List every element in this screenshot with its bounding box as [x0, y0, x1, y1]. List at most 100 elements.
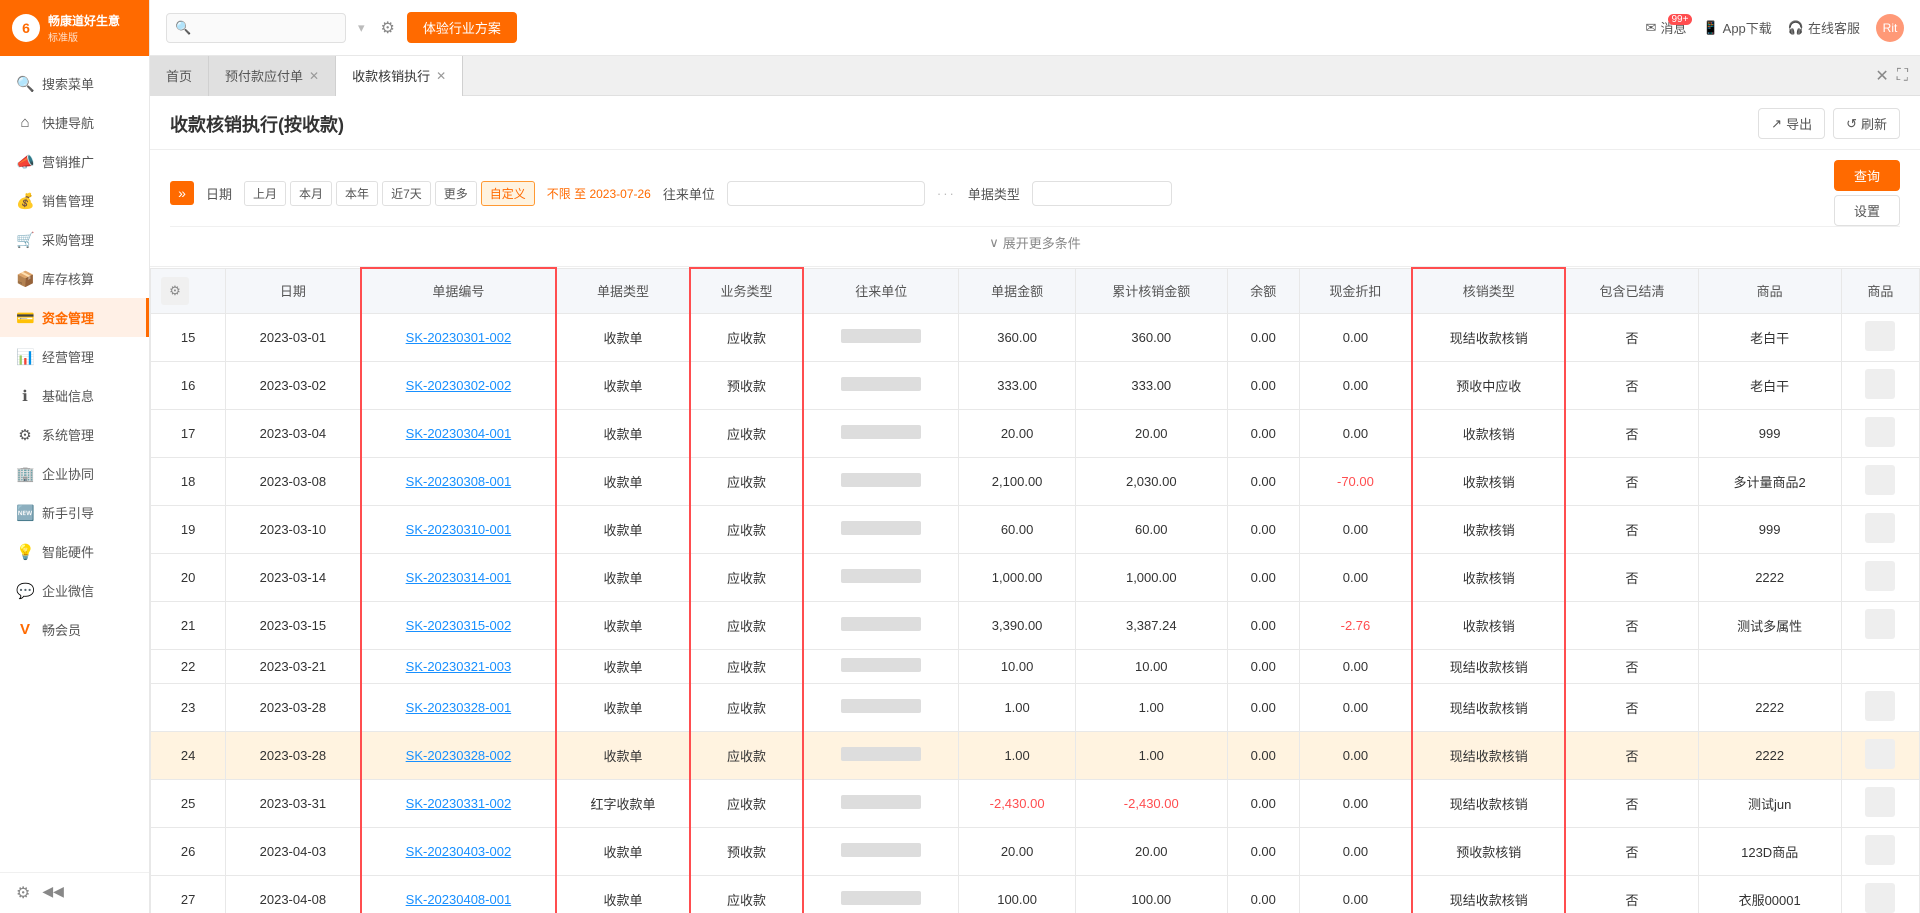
notification-item[interactable]: ✉ 消息 99+ — [1646, 18, 1687, 37]
filter-dots: ··· — [937, 186, 956, 201]
purchase-icon: 🛒 — [16, 231, 34, 249]
cell-verify-type: 收款核销 — [1412, 505, 1565, 553]
cell-goods1: 衣服00001 — [1698, 875, 1841, 913]
tab-collection-close[interactable]: ✕ — [436, 69, 446, 83]
industry-solution-button[interactable]: 体验行业方案 — [407, 12, 517, 43]
cell-counterpart — [803, 601, 959, 649]
col-header-amount: 单据金额 — [959, 268, 1075, 313]
sidebar-item-sales[interactable]: 💰 销售管理 — [0, 181, 149, 220]
bill-no-link[interactable]: SK-20230403-002 — [406, 844, 512, 859]
settings-button[interactable]: 设置 — [1834, 195, 1900, 226]
header-arrow-down-icon[interactable]: ▾ — [358, 20, 365, 36]
cell-verify-type: 收款核销 — [1412, 601, 1565, 649]
sidebar-item-wechat[interactable]: 💬 企业微信 — [0, 571, 149, 610]
tab-home[interactable]: 首页 — [150, 56, 209, 96]
sidebar-item-basic[interactable]: ℹ 基础信息 — [0, 376, 149, 415]
table-row: 24 2023-03-28 SK-20230328-002 收款单 应收款 1.… — [151, 731, 1920, 779]
bill-no-link[interactable]: SK-20230310-001 — [406, 522, 512, 537]
sidebar-item-marketing[interactable]: 📣 营销推广 — [0, 142, 149, 181]
col-header-settings[interactable]: ⚙ — [151, 268, 226, 313]
bill-no-link[interactable]: SK-20230328-001 — [406, 700, 512, 715]
cell-included: 否 — [1565, 409, 1698, 457]
cell-bill-type: 收款单 — [556, 683, 689, 731]
cell-amount: 10.00 — [959, 649, 1075, 683]
filter-toggle-button[interactable]: » — [170, 181, 194, 205]
custom-date-btn[interactable]: 自定义 — [481, 181, 535, 206]
headset-icon: 🎧 — [1788, 20, 1804, 36]
tab-prepay[interactable]: 预付款应付单 ✕ — [209, 56, 336, 96]
col-header-goods1: 商品 — [1698, 268, 1841, 313]
cell-discount: -70.00 — [1299, 457, 1412, 505]
wechat-icon: 💬 — [16, 582, 34, 600]
cell-goods1: 2222 — [1698, 683, 1841, 731]
cell-goods2 — [1841, 827, 1919, 875]
col-header-bill-no: 单据编号 — [361, 268, 557, 313]
cell-goods1: 老白干 — [1698, 361, 1841, 409]
counterpart-input[interactable] — [727, 181, 925, 206]
this-month-btn[interactable]: 本月 — [290, 181, 332, 206]
last-month-btn[interactable]: 上月 — [244, 181, 286, 206]
bill-no-link[interactable]: SK-20230328-002 — [406, 748, 512, 763]
tab-collection[interactable]: 收款核销执行 ✕ — [336, 56, 463, 96]
tab-close-all-icon[interactable]: ✕ — [1875, 66, 1888, 86]
refresh-button[interactable]: ↺ 刷新 — [1833, 108, 1900, 139]
bill-no-link[interactable]: SK-20230315-002 — [406, 618, 512, 633]
this-year-btn[interactable]: 本年 — [336, 181, 378, 206]
cell-goods1: 999 — [1698, 409, 1841, 457]
bill-no-link[interactable]: SK-20230301-002 — [406, 330, 512, 345]
cell-goods1: 测试多属性 — [1698, 601, 1841, 649]
col-header-goods2: 商品 — [1841, 268, 1919, 313]
sidebar-item-quick[interactable]: ⌂ 快捷导航 — [0, 103, 149, 142]
last-7days-btn[interactable]: 近7天 — [382, 181, 431, 206]
cell-included: 否 — [1565, 457, 1698, 505]
cell-biz-type: 应收款 — [690, 875, 804, 913]
bill-no-link[interactable]: SK-20230331-002 — [406, 796, 512, 811]
sidebar-item-operation[interactable]: 📊 经营管理 — [0, 337, 149, 376]
export-button[interactable]: ↗ 导出 — [1758, 108, 1825, 139]
cell-counterpart — [803, 731, 959, 779]
tab-maximize-icon[interactable]: ⛶ — [1897, 67, 1908, 85]
column-settings-icon[interactable]: ⚙ — [161, 277, 189, 305]
cell-bill-no: SK-20230301-002 — [361, 313, 557, 361]
user-avatar[interactable]: Rit — [1876, 14, 1904, 42]
bill-no-link[interactable]: SK-20230408-001 — [406, 892, 512, 907]
cell-discount: 0.00 — [1299, 409, 1412, 457]
bill-no-link[interactable]: SK-20230302-002 — [406, 378, 512, 393]
bill-no-link[interactable]: SK-20230308-001 — [406, 474, 512, 489]
sidebar-item-finance[interactable]: 💳 资金管理 — [0, 298, 149, 337]
more-date-btn[interactable]: 更多 — [435, 181, 477, 206]
sidebar-item-purchase[interactable]: 🛒 采购管理 — [0, 220, 149, 259]
export-icon: ↗ — [1771, 116, 1782, 132]
sidebar-item-hardware[interactable]: 💡 智能硬件 — [0, 532, 149, 571]
sidebar-item-corp[interactable]: 🏢 企业协同 — [0, 454, 149, 493]
sidebar-item-member[interactable]: V 畅会员 — [0, 610, 149, 649]
cell-goods2 — [1841, 457, 1919, 505]
online-service-item[interactable]: 🎧 在线客服 — [1788, 18, 1860, 37]
voucher-type-select[interactable] — [1032, 181, 1172, 206]
cell-discount: 0.00 — [1299, 683, 1412, 731]
tab-prepay-close[interactable]: ✕ — [309, 69, 319, 83]
cell-included: 否 — [1565, 313, 1698, 361]
sidebar-logo: 6 畅康道好生意 标准版 — [0, 0, 149, 56]
cell-goods1: 2222 — [1698, 731, 1841, 779]
sidebar-item-inventory[interactable]: 📦 库存核算 — [0, 259, 149, 298]
sidebar-collapse-icon[interactable]: ◀◀ — [42, 883, 64, 903]
app-download-item[interactable]: 📱 App下载 — [1702, 18, 1771, 37]
header-gear-icon[interactable]: ⚙ — [381, 18, 395, 38]
bill-no-link[interactable]: SK-20230321-003 — [406, 659, 512, 674]
header-search-box[interactable]: 🔍 — [166, 13, 346, 43]
table-row: 26 2023-04-03 SK-20230403-002 收款单 预收款 20… — [151, 827, 1920, 875]
sidebar-item-search[interactable]: 🔍 搜索菜单 — [0, 64, 149, 103]
bill-no-link[interactable]: SK-20230304-001 — [406, 426, 512, 441]
sidebar-item-guide[interactable]: 🆕 新手引导 — [0, 493, 149, 532]
sidebar-item-system[interactable]: ⚙ 系统管理 — [0, 415, 149, 454]
cell-included: 否 — [1565, 649, 1698, 683]
expand-button[interactable]: ∨ 展开更多条件 — [989, 233, 1081, 252]
cell-verify-type: 现结收款核销 — [1412, 683, 1565, 731]
query-button[interactable]: 查询 — [1834, 160, 1900, 191]
member-icon: V — [16, 621, 34, 638]
sidebar-bottom: ⚙ ◀◀ — [0, 872, 149, 913]
bill-no-link[interactable]: SK-20230314-001 — [406, 570, 512, 585]
sidebar-gear-icon[interactable]: ⚙ — [16, 883, 30, 903]
col-header-accum: 累计核销金额 — [1075, 268, 1227, 313]
